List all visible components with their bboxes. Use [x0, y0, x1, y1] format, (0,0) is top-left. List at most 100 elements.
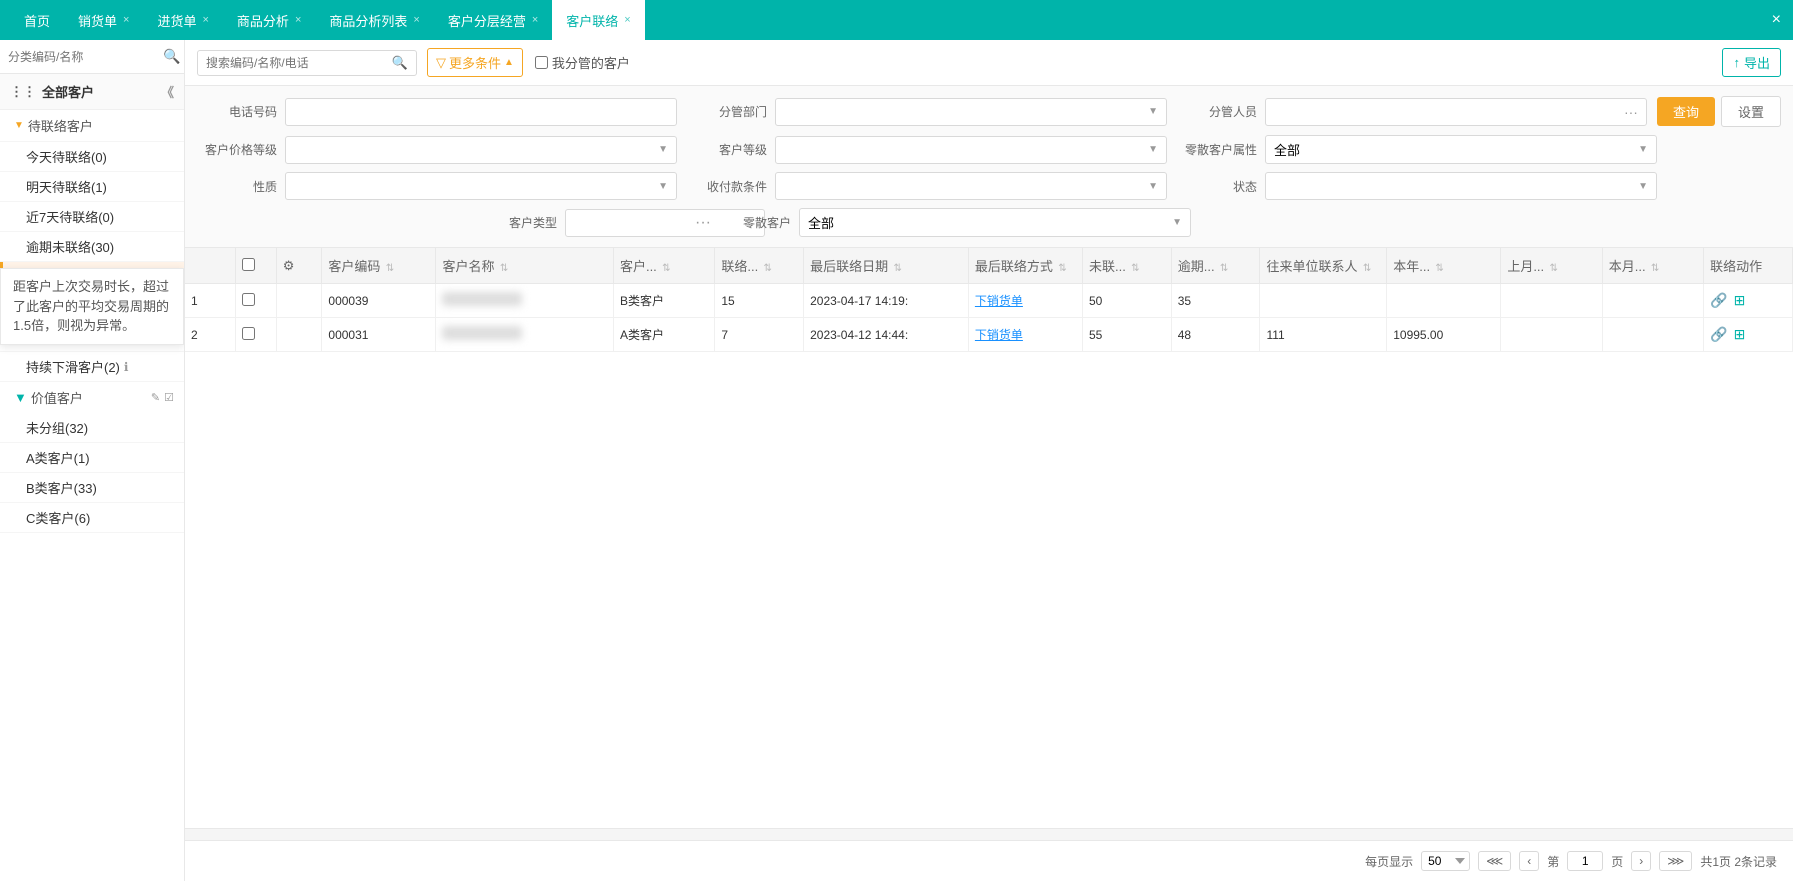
tab-sales-label: 销货单 [78, 11, 117, 30]
search-icon[interactable]: 🔍 [392, 55, 408, 71]
sort-contact-icon[interactable]: ⇅ [764, 263, 772, 274]
gender-input[interactable]: ▼ [285, 172, 677, 200]
horizontal-scrollbar[interactable] [185, 828, 1793, 840]
price-level-input[interactable]: ▼ [285, 136, 677, 164]
sort-method-icon[interactable]: ⇅ [1058, 263, 1066, 274]
cell-checkbox-1[interactable] [236, 284, 277, 318]
search-box[interactable]: 🔍 [197, 50, 417, 76]
person-more-icon[interactable]: ··· [1624, 104, 1638, 120]
next-page-btn[interactable]: › [1631, 851, 1651, 871]
action-grid-icon-2[interactable]: ⊞ [1734, 326, 1746, 343]
sidebar-item-today[interactable]: 今天待联络(0) [0, 142, 184, 172]
tab-purchase[interactable]: 进货单 × [143, 0, 222, 40]
sidebar-item-class-b[interactable]: B类客户(33) [0, 473, 184, 503]
cell-checkbox-2[interactable] [236, 318, 277, 352]
tab-customer-segment[interactable]: 客户分层经营 × [434, 0, 552, 40]
tab-product-list[interactable]: 商品分析列表 × [315, 0, 433, 40]
sidebar-item-tomorrow[interactable]: 明天待联络(1) [0, 172, 184, 202]
tab-home[interactable]: 首页 [10, 0, 64, 40]
sort-name-icon[interactable]: ⇅ [500, 263, 508, 274]
row1-checkbox[interactable] [242, 293, 255, 306]
sidebar-item-class-c[interactable]: C类客户(6) [0, 503, 184, 533]
value-group-edit-icon[interactable]: ✎ [151, 391, 160, 404]
cell-last-method-1[interactable]: 下销货单 [968, 284, 1082, 318]
retail-customer-input[interactable]: 全部 ▼ [799, 208, 1191, 237]
sidebar-item-overdue[interactable]: 逾期未联络(30) [0, 232, 184, 262]
tab-customer-contact[interactable]: 客户联络 × [552, 0, 644, 40]
sort-thisyear-icon[interactable]: ⇅ [1435, 263, 1443, 274]
export-button[interactable]: ↑ 导出 [1722, 48, 1781, 77]
dept-input[interactable]: ▼ [775, 98, 1167, 126]
payment-input[interactable]: ▼ [775, 172, 1167, 200]
tab-product-analysis-label: 商品分析 [237, 11, 289, 30]
status-input[interactable]: ▼ [1265, 172, 1657, 200]
sort-overdue-icon[interactable]: ⇅ [1220, 263, 1228, 274]
first-page-btn[interactable]: ⋘ [1478, 851, 1511, 871]
value-customers-group[interactable]: ▼ 价值客户 ✎ ☑ [0, 382, 184, 413]
sort-related-icon[interactable]: ⇅ [1363, 263, 1371, 274]
th-code: 客户编码 ⇅ [322, 248, 436, 284]
tab-sales[interactable]: 销货单 × [64, 0, 143, 40]
sort-lastmonth-icon[interactable]: ⇅ [1550, 263, 1558, 274]
sidebar-item-declining[interactable]: 持续下滑客户(2) ℹ [0, 352, 184, 382]
sort-thismonth-icon[interactable]: ⇅ [1651, 263, 1659, 274]
phone-input[interactable] [285, 98, 677, 126]
window-close-button[interactable]: × [1772, 11, 1781, 29]
customer-level-input[interactable]: ▼ [775, 136, 1167, 164]
my-customers-check[interactable] [535, 56, 548, 69]
prev-page-btn[interactable]: ‹ [1519, 851, 1539, 871]
table-settings-icon[interactable]: ⚙ [283, 258, 295, 273]
sidebar-item-7days[interactable]: 近7天待联络(0) [0, 202, 184, 232]
sidebar-collapse-btn[interactable]: 《 [161, 82, 174, 101]
sort-date-icon[interactable]: ⇅ [893, 263, 901, 274]
sidebar-item-overdue-label: 逾期未联络(30) [26, 237, 114, 256]
pending-contact-group[interactable]: ▼ 待联络客户 [0, 110, 184, 142]
tab-product-list-close[interactable]: × [413, 14, 419, 26]
sort-code-icon[interactable]: ⇅ [386, 263, 394, 274]
tab-customer-contact-close[interactable]: × [624, 14, 630, 26]
query-button[interactable]: 查询 [1657, 97, 1715, 126]
last-page-btn[interactable]: ⋙ [1659, 851, 1692, 871]
tab-sales-close[interactable]: × [123, 14, 129, 26]
all-customers-label: 全部客户 [42, 82, 94, 101]
action-link-icon-1[interactable]: 🔗 [1710, 292, 1727, 309]
th-thismonth: 本月... ⇅ [1602, 248, 1703, 284]
sort-type-icon[interactable]: ⇅ [662, 263, 670, 274]
sidebar-item-class-a[interactable]: A类客户(1) [0, 443, 184, 473]
sidebar-search-input[interactable] [8, 50, 163, 64]
row4-dots[interactable]: ··· [695, 214, 711, 232]
action-grid-icon-1[interactable]: ⊞ [1734, 292, 1746, 309]
retail-customer-field: 零散客户 全部 ▼ [711, 208, 1191, 237]
action-link-icon-2[interactable]: 🔗 [1710, 326, 1727, 343]
person-input[interactable]: ··· [1265, 98, 1647, 126]
price-level-field: 客户价格等级 ▼ [197, 136, 677, 164]
sidebar-search-icon[interactable]: 🔍 [163, 48, 180, 65]
all-customers-title[interactable]: ⋮⋮ 全部客户 《 [0, 74, 184, 110]
my-customers-checkbox[interactable]: 我分管的客户 [535, 53, 630, 72]
customer-table: ⚙ 客户编码 ⇅ 客户名称 ⇅ 客户... ⇅ [185, 248, 1793, 352]
cell-last-method-2[interactable]: 下销货单 [968, 318, 1082, 352]
tab-product-analysis[interactable]: 商品分析 × [223, 0, 315, 40]
th-settings[interactable]: ⚙ [276, 248, 322, 284]
select-all-checkbox[interactable] [242, 258, 255, 271]
info-icon-declining[interactable]: ℹ [124, 360, 129, 374]
retail-attr-input[interactable]: 全部 ▼ [1265, 135, 1657, 164]
per-page-select[interactable]: 10 20 50 100 [1421, 851, 1470, 871]
row2-checkbox[interactable] [242, 327, 255, 340]
tab-customer-segment-close[interactable]: × [532, 14, 538, 26]
sort-unpaid-icon[interactable]: ⇅ [1131, 263, 1139, 274]
pending-contact-arrow: ▼ [14, 120, 24, 131]
value-group-check-icon[interactable]: ☑ [164, 391, 174, 404]
page-input[interactable] [1567, 851, 1603, 871]
export-icon: ↑ [1733, 55, 1740, 70]
filter-row-3: 性质 ▼ 收付款条件 ▼ 状态 [197, 172, 1781, 200]
tab-purchase-close[interactable]: × [202, 14, 208, 26]
settings-button[interactable]: 设置 [1721, 96, 1781, 127]
tab-product-analysis-close[interactable]: × [295, 14, 301, 26]
total-label: 共1页 2条记录 [1700, 853, 1777, 870]
more-conditions-btn[interactable]: ▽ 更多条件 ▲ [427, 48, 523, 77]
sidebar-search-bar[interactable]: 🔍 [0, 40, 184, 74]
th-code-label: 客户编码 [328, 259, 380, 274]
search-input[interactable] [206, 56, 392, 70]
sidebar-item-ungrouped[interactable]: 未分组(32) [0, 413, 184, 443]
